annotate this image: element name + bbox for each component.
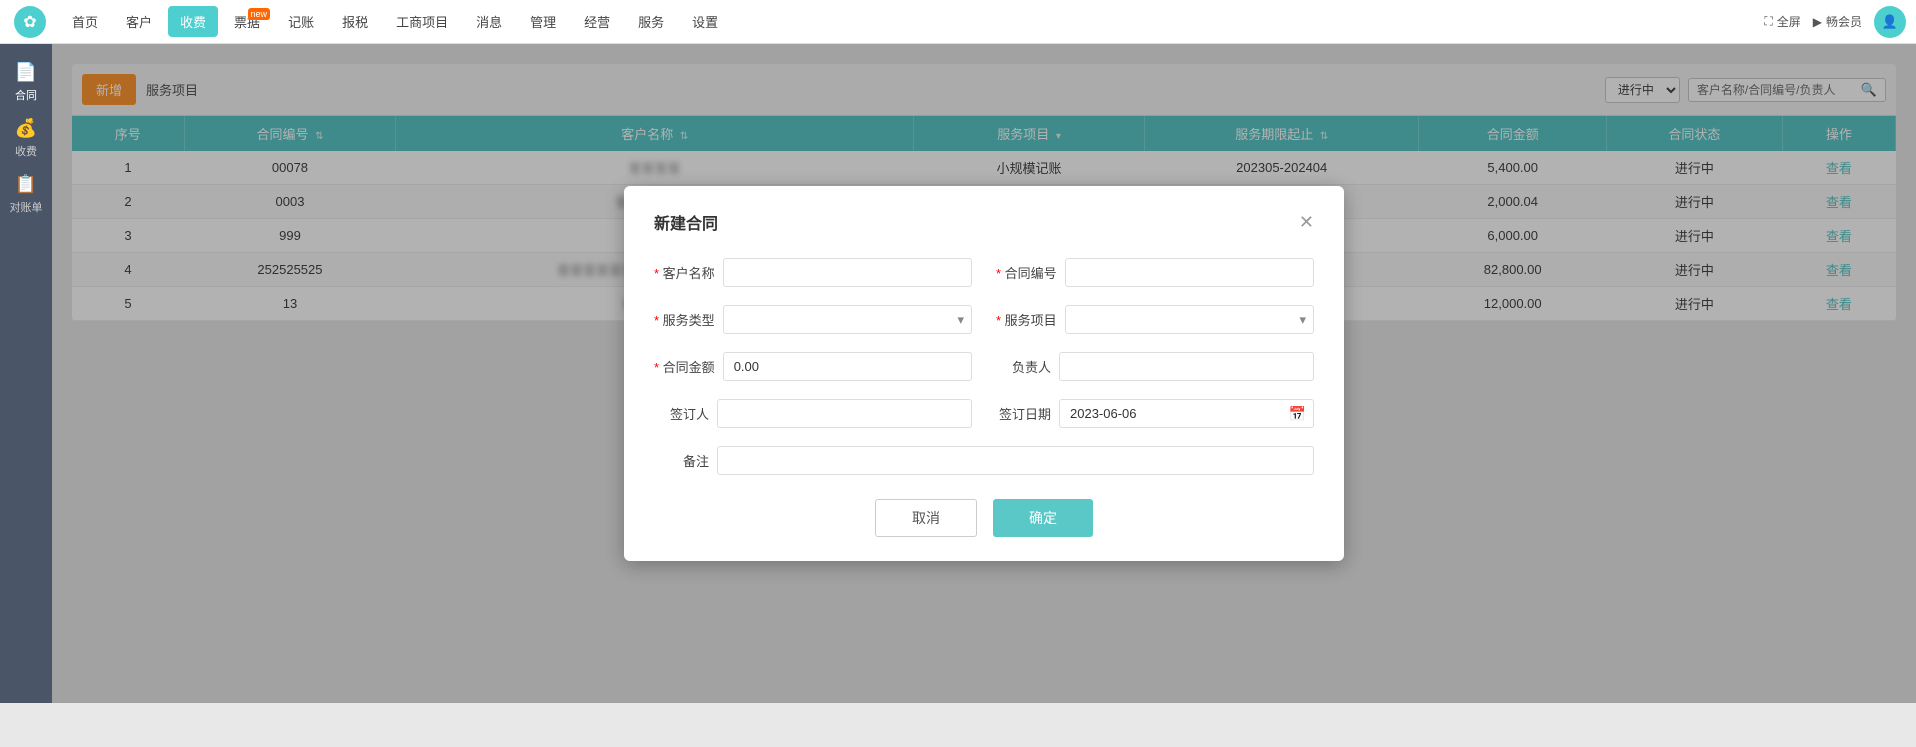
service-item-select[interactable] <box>1065 305 1314 334</box>
sidebar: 📄 合同 💰 收费 📋 对账单 <box>0 44 52 703</box>
nav-settings[interactable]: 设置 <box>680 6 730 37</box>
sidebar-item-statement[interactable]: 📋 对账单 <box>0 166 52 222</box>
field-service-type: 服务类型 <box>654 305 972 334</box>
fullscreen-icon: ⛶ <box>1764 14 1772 29</box>
fullscreen-button[interactable]: ⛶ 全屏 <box>1764 13 1800 30</box>
member-button[interactable]: ▶ 畅会员 <box>1813 13 1862 30</box>
note-input[interactable] <box>717 446 1314 475</box>
sign-date-label: 签订日期 <box>996 404 1051 423</box>
field-service-item: 服务项目 <box>996 305 1314 334</box>
service-type-select[interactable] <box>723 305 972 334</box>
nav-tax[interactable]: 报税 <box>330 6 380 37</box>
field-sign-date: 签订日期 📅 <box>996 399 1314 428</box>
nav-home[interactable]: 首页 <box>60 6 110 37</box>
modal-header: 新建合同 ✕ <box>654 210 1314 234</box>
sign-date-input[interactable] <box>1059 399 1314 428</box>
field-note: 备注 <box>654 446 1314 475</box>
sidebar-billing-label: 收费 <box>15 143 37 159</box>
fullscreen-label: 全屏 <box>1777 13 1801 30</box>
avatar[interactable]: 👤 <box>1874 6 1906 38</box>
contract-no-input[interactable] <box>1065 258 1314 287</box>
nav-service[interactable]: 服务 <box>626 6 676 37</box>
nav-menu: 首页 客户 收费 票据 new 记账 报税 工商项目 消息 管理 经营 服务 设… <box>60 6 1764 37</box>
top-navigation: ✿ 首页 客户 收费 票据 new 记账 报税 工商项目 消息 管理 经营 服务… <box>0 0 1916 44</box>
modal-title: 新建合同 <box>654 210 718 234</box>
field-contract-no: 合同编号 <box>996 258 1314 287</box>
calendar-icon[interactable]: 📅 <box>1289 405 1306 422</box>
field-signer: 签订人 <box>654 399 972 428</box>
signer-input[interactable] <box>717 399 972 428</box>
contract-no-label: 合同编号 <box>996 263 1057 282</box>
field-customer: 客户名称 <box>654 258 972 287</box>
service-type-label: 服务类型 <box>654 310 715 329</box>
logo: ✿ <box>10 2 50 42</box>
customer-label: 客户名称 <box>654 263 715 282</box>
sidebar-contract-label: 合同 <box>15 87 37 103</box>
form-row-1: 客户名称 合同编号 <box>654 258 1314 287</box>
sign-date-wrap: 📅 <box>1059 399 1314 428</box>
nav-billing[interactable]: 收费 <box>168 6 218 37</box>
responsible-label: 负责人 <box>996 357 1051 376</box>
new-contract-modal: 新建合同 ✕ 客户名称 合同编号 服务类型 服务项目 <box>624 186 1344 561</box>
billing-icon: 💰 <box>15 118 37 139</box>
service-item-label: 服务项目 <box>996 310 1057 329</box>
nav-right-area: ⛶ 全屏 ▶ 畅会员 👤 <box>1764 6 1906 38</box>
form-row-5: 备注 <box>654 446 1314 475</box>
modal-close-button[interactable]: ✕ <box>1299 212 1314 233</box>
amount-input[interactable] <box>723 352 972 381</box>
modal-overlay: 新建合同 ✕ 客户名称 合同编号 服务类型 服务项目 <box>52 44 1916 703</box>
note-label: 备注 <box>654 451 709 470</box>
nav-message[interactable]: 消息 <box>464 6 514 37</box>
confirm-button[interactable]: 确定 <box>993 499 1093 537</box>
contract-icon: 📄 <box>15 62 37 83</box>
nav-business[interactable]: 工商项目 <box>384 6 460 37</box>
service-type-select-wrap <box>723 305 972 334</box>
new-badge: new <box>248 8 271 20</box>
member-label: 畅会员 <box>1826 13 1862 30</box>
amount-label: 合同金额 <box>654 357 715 376</box>
form-row-4: 签订人 签订日期 📅 <box>654 399 1314 428</box>
sidebar-item-billing[interactable]: 💰 收费 <box>0 110 52 166</box>
sidebar-statement-label: 对账单 <box>10 199 43 215</box>
modal-footer: 取消 确定 <box>654 499 1314 537</box>
nav-manage[interactable]: 管理 <box>518 6 568 37</box>
responsible-input[interactable] <box>1059 352 1314 381</box>
cancel-button[interactable]: 取消 <box>875 499 977 537</box>
logo-icon: ✿ <box>14 6 46 38</box>
form-row-2: 服务类型 服务项目 <box>654 305 1314 334</box>
video-icon: ▶ <box>1813 15 1822 29</box>
nav-invoice[interactable]: 票据 new <box>222 6 272 37</box>
form-row-3: 合同金额 负责人 <box>654 352 1314 381</box>
signer-label: 签订人 <box>654 404 709 423</box>
field-responsible: 负责人 <box>996 352 1314 381</box>
nav-operation[interactable]: 经营 <box>572 6 622 37</box>
service-item-select-wrap <box>1065 305 1314 334</box>
sidebar-item-contract[interactable]: 📄 合同 <box>0 54 52 110</box>
nav-customer[interactable]: 客户 <box>114 6 164 37</box>
customer-input[interactable] <box>723 258 972 287</box>
avatar-icon: 👤 <box>1882 14 1898 30</box>
statement-icon: 📋 <box>15 174 37 195</box>
nav-bookkeeping[interactable]: 记账 <box>276 6 326 37</box>
field-amount: 合同金额 <box>654 352 972 381</box>
